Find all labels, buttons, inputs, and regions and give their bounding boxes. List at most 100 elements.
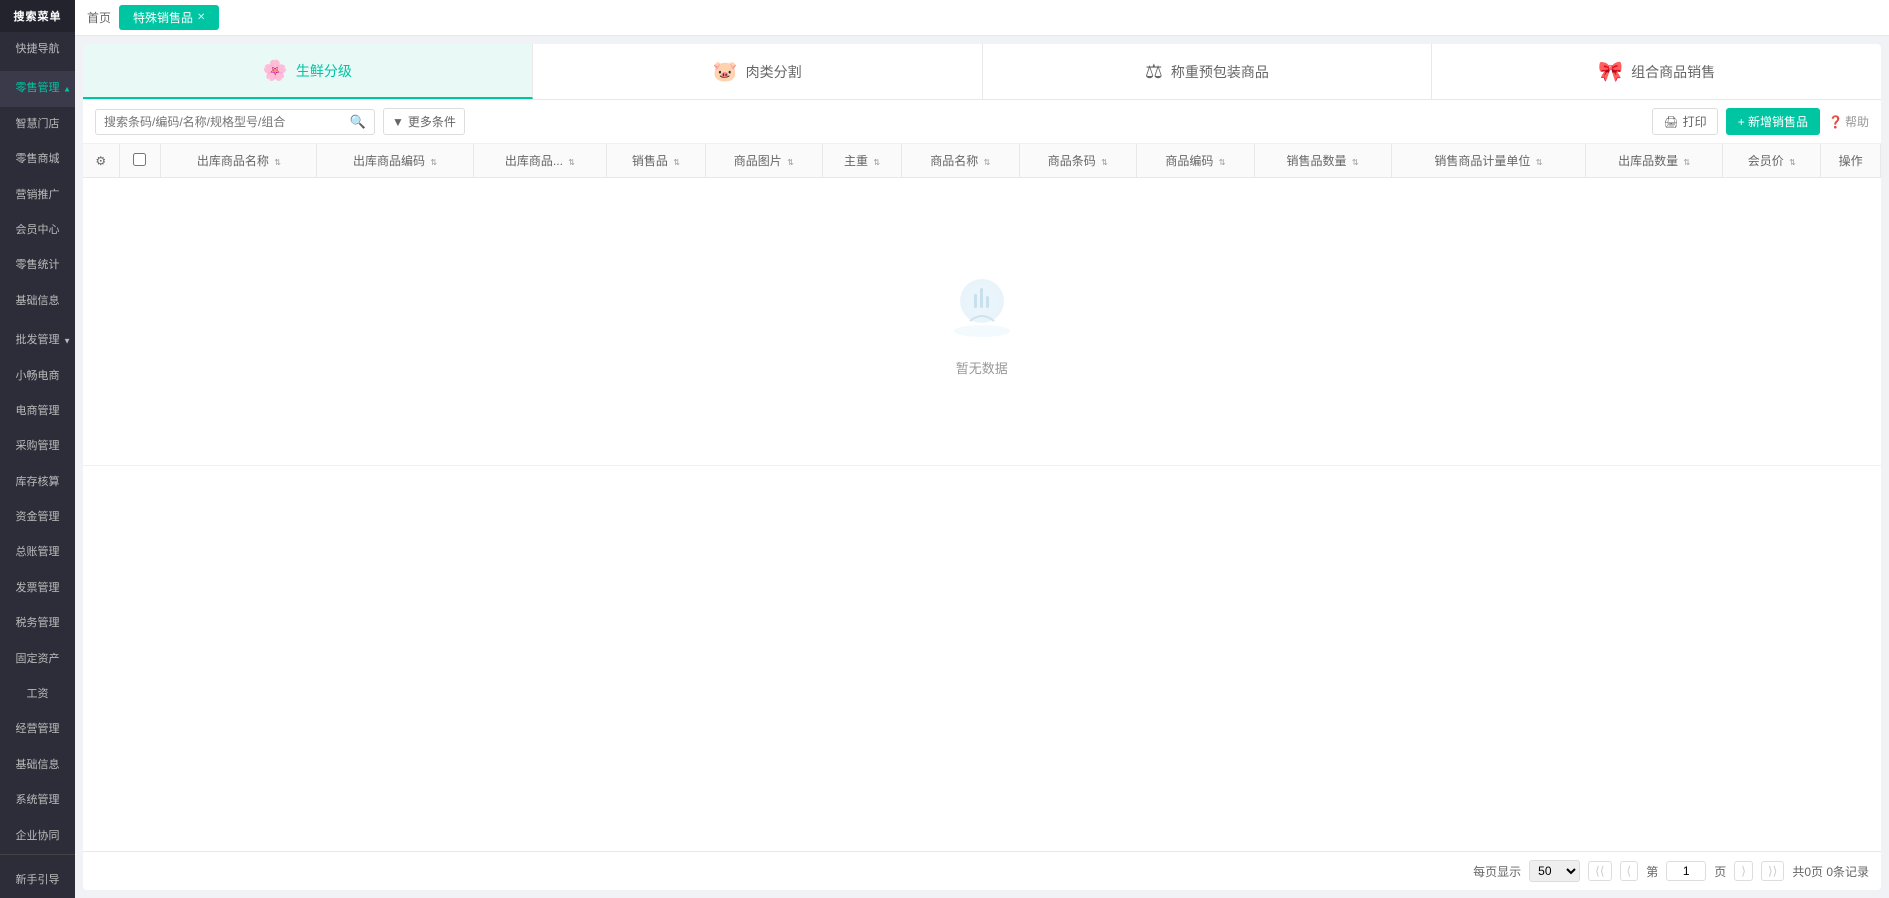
page-size-select[interactable]: 10 20 50 100 xyxy=(1529,860,1580,882)
print-label: 打印 xyxy=(1683,113,1707,130)
col-sale-unit[interactable]: 销售商品计量单位 ⇅ xyxy=(1391,144,1586,178)
col-sale-unit-label: 销售商品计量单位 xyxy=(1434,154,1530,168)
page-next-button[interactable]: ⟩ xyxy=(1734,861,1753,881)
print-icon: 🖨 xyxy=(1663,115,1678,129)
sidebar-item-capital-mgmt[interactable]: 资金管理 xyxy=(0,500,75,535)
sidebar-item-retail-stats[interactable]: 零售统计 xyxy=(0,248,75,283)
sort-icon-sale-qty: ⇅ xyxy=(1352,158,1359,167)
col-out-qty-label: 出库品数量 xyxy=(1618,154,1678,168)
sidebar-item-ledger-mgmt[interactable]: 总账管理 xyxy=(0,535,75,570)
cat-tab-meat-cut-label: 肉类分割 xyxy=(746,62,802,82)
select-all-checkbox[interactable] xyxy=(133,153,146,166)
toolbar-row: 🔍 ▼ 更多条件 🖨 打印 + 新增销售品 ❓ 帮助 xyxy=(83,100,1881,144)
sidebar-item-marketing[interactable]: 营销推广 xyxy=(0,178,75,213)
col-out-name-label: 出库商品名称 xyxy=(197,154,269,168)
col-sale-qty-label: 销售品数量 xyxy=(1287,154,1347,168)
search-input[interactable] xyxy=(104,115,350,129)
cat-tab-fresh-grade-label: 生鲜分级 xyxy=(296,61,352,81)
sort-icon-weight: ⇅ xyxy=(873,158,880,167)
page-number-input[interactable] xyxy=(1666,861,1706,881)
col-sale-item[interactable]: 销售品 ⇅ xyxy=(607,144,705,178)
cat-tab-combo-sale[interactable]: 🎀 组合商品销售 xyxy=(1432,44,1881,99)
col-goods-name-label: 商品名称 xyxy=(930,154,978,168)
sidebar-item-ops-mgmt[interactable]: 经营管理 xyxy=(0,712,75,747)
cat-tab-fresh-grade[interactable]: 🌸 生鲜分级 xyxy=(83,44,533,99)
page-prev-button[interactable]: ⟨ xyxy=(1620,861,1639,881)
page-size-label: 每页显示 xyxy=(1473,863,1521,880)
col-img-label: 商品图片 xyxy=(734,154,782,168)
sidebar-item-sys-mgmt[interactable]: 系统管理 xyxy=(0,783,75,818)
cat-tab-weight-pkg-label: 称重预包装商品 xyxy=(1171,62,1269,82)
col-weight[interactable]: 主重 ⇅ xyxy=(823,144,902,178)
sidebar-item-smart-store[interactable]: 智慧门店 xyxy=(0,107,75,142)
col-out-spec[interactable]: 出库商品... ⇅ xyxy=(473,144,607,178)
sidebar-item-salary[interactable]: 工资 xyxy=(0,677,75,712)
combo-sale-icon: 🎀 xyxy=(1598,59,1623,84)
cat-tab-meat-cut[interactable]: 🐷 肉类分割 xyxy=(533,44,983,99)
col-goods-code[interactable]: 商品编码 ⇅ xyxy=(1137,144,1255,178)
data-table: ⚙ 出库商品名称 ⇅ 出库商品编码 ⇅ 出库商品... ⇅ xyxy=(83,144,1881,466)
filter-button[interactable]: ▼ 更多条件 xyxy=(383,108,465,135)
col-out-qty[interactable]: 出库品数量 ⇅ xyxy=(1586,144,1723,178)
col-sale-item-label: 销售品 xyxy=(632,154,668,168)
sidebar-item-newbie[interactable]: 新手引导 xyxy=(0,863,75,895)
sidebar-item-quick-nav[interactable]: 快捷导航 xyxy=(0,32,75,67)
search-box[interactable]: 🔍 xyxy=(95,109,375,135)
col-out-code-label: 出库商品编码 xyxy=(353,154,425,168)
active-tab-label: 特殊销售品 xyxy=(133,9,193,26)
page-last-button[interactable]: ⟩⟩ xyxy=(1761,861,1784,881)
col-ops-label: 操作 xyxy=(1839,154,1863,168)
sidebar-item-fixed-assets[interactable]: 固定资产 xyxy=(0,642,75,677)
main-content: 首页 特殊销售品 ✕ 🌸 生鲜分级 🐷 肉类分割 ⚖ 称重预包装商品 🎀 组合商… xyxy=(75,0,1889,898)
sidebar-item-retail-mall[interactable]: 零售商城 xyxy=(0,142,75,177)
sidebar-logo[interactable]: 搜索菜单 xyxy=(0,0,75,32)
col-checkbox[interactable] xyxy=(119,144,161,178)
close-tab-icon[interactable]: ✕ xyxy=(197,12,205,23)
col-barcode-label: 商品条码 xyxy=(1048,154,1096,168)
empty-text: 暂无数据 xyxy=(956,358,1008,377)
sidebar-bottom: 新手引导 ⚙ xyxy=(0,854,75,898)
help-label: 帮助 xyxy=(1845,113,1869,130)
sort-icon-sale-unit: ⇅ xyxy=(1536,158,1543,167)
sidebar-item-ecom-mgmt[interactable]: 电商管理 xyxy=(0,394,75,429)
sidebar-item-tax-mgmt[interactable]: 税务管理 xyxy=(0,606,75,641)
search-icon[interactable]: 🔍 xyxy=(350,114,366,130)
help-button[interactable]: ❓ 帮助 xyxy=(1828,113,1869,130)
page-first-button[interactable]: ⟨⟨ xyxy=(1588,861,1611,881)
sidebar-item-invoice-mgmt[interactable]: 发票管理 xyxy=(0,571,75,606)
category-tabs: 🌸 生鲜分级 🐷 肉类分割 ⚖ 称重预包装商品 🎀 组合商品销售 xyxy=(83,44,1881,100)
breadcrumb-home[interactable]: 首页 xyxy=(87,9,111,26)
empty-illustration xyxy=(942,266,1022,346)
sidebar-item-basic-info[interactable]: 基础信息 xyxy=(0,284,75,319)
cat-tab-weight-pkg[interactable]: ⚖ 称重预包装商品 xyxy=(983,44,1433,99)
cat-tab-combo-sale-label: 组合商品销售 xyxy=(1631,62,1715,82)
active-tab-pill[interactable]: 特殊销售品 ✕ xyxy=(119,5,219,30)
col-barcode[interactable]: 商品条码 ⇅ xyxy=(1019,144,1137,178)
col-ops: 操作 xyxy=(1821,144,1881,178)
sidebar-item-wholesale-mgmt[interactable]: 批发管理 xyxy=(0,323,75,358)
total-text: 共0页 0条记录 xyxy=(1792,863,1869,880)
sidebar-item-purchase-mgmt[interactable]: 采购管理 xyxy=(0,429,75,464)
sidebar-item-member-center[interactable]: 会员中心 xyxy=(0,213,75,248)
print-button[interactable]: 🖨 打印 xyxy=(1652,108,1717,135)
toolbar-right: 🖨 打印 + 新增销售品 ❓ 帮助 xyxy=(1652,108,1869,135)
sidebar-item-retail-mgmt[interactable]: 零售管理 xyxy=(0,71,75,106)
col-sale-qty[interactable]: 销售品数量 ⇅ xyxy=(1254,144,1391,178)
col-out-code[interactable]: 出库商品编码 ⇅ xyxy=(317,144,473,178)
sort-icon-member-price: ⇅ xyxy=(1789,158,1796,167)
pagination-bar: 每页显示 10 20 50 100 ⟨⟨ ⟨ 第 页 ⟩ ⟩⟩ 共0页 0条记录 xyxy=(83,851,1881,890)
sidebar-item-basic-info2[interactable]: 基础信息 xyxy=(0,748,75,783)
sidebar-item-mini-ecom[interactable]: 小畅电商 xyxy=(0,359,75,394)
col-goods-code-label: 商品编码 xyxy=(1165,154,1213,168)
sidebar-item-inventory[interactable]: 库存核算 xyxy=(0,465,75,500)
col-out-name[interactable]: 出库商品名称 ⇅ xyxy=(161,144,317,178)
new-button[interactable]: + 新增销售品 xyxy=(1726,108,1820,135)
sidebar-item-corp-agreement[interactable]: 企业协同 xyxy=(0,819,75,854)
col-img[interactable]: 商品图片 ⇅ xyxy=(705,144,823,178)
col-goods-name[interactable]: 商品名称 ⇅ xyxy=(902,144,1020,178)
col-settings[interactable]: ⚙ xyxy=(83,144,119,178)
page-suffix: 页 xyxy=(1714,863,1726,880)
help-icon: ❓ xyxy=(1828,115,1843,129)
col-member-price[interactable]: 会员价 ⇅ xyxy=(1723,144,1821,178)
filter-icon: ▼ xyxy=(392,115,404,129)
